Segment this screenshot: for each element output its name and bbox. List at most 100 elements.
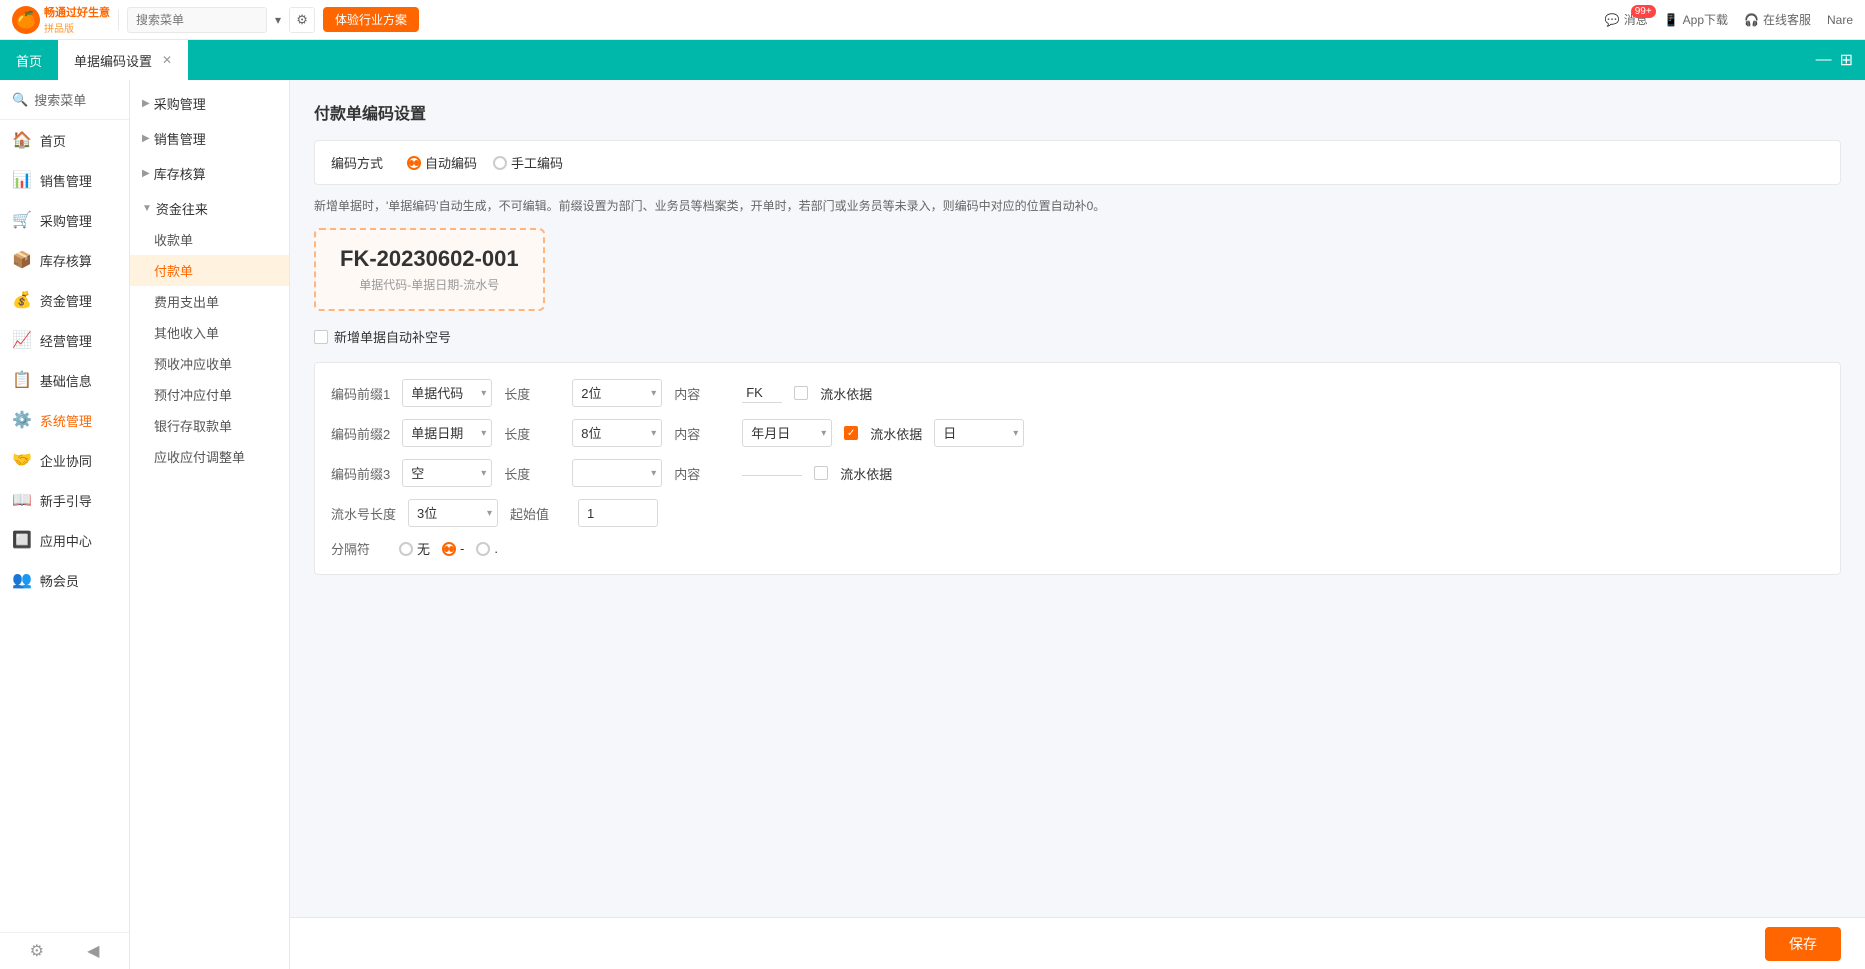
separator-none-radio[interactable]: 无 bbox=[399, 539, 430, 558]
separator-none-circle bbox=[399, 542, 413, 556]
radio-manual-encoding[interactable]: 手工编码 bbox=[493, 153, 563, 172]
prefix2-waterfall-checkbox[interactable]: ✓ bbox=[844, 426, 858, 440]
sidebar-item-inventory[interactable]: 📦 库存核算 bbox=[0, 240, 129, 280]
sub-group-sales-header[interactable]: ▶ 销售管理 bbox=[130, 123, 289, 154]
sub-item-payment[interactable]: 付款单 bbox=[130, 255, 289, 286]
sidebar-item-enterprise[interactable]: 🤝 企业协同 bbox=[0, 440, 129, 480]
content-area: 付款单编码设置 编码方式 自动编码 手工编码 新增单据时，'单据编码'自动生成，… bbox=[290, 80, 1865, 969]
system-icon: ⚙️ bbox=[12, 410, 32, 430]
sub-item-other-income[interactable]: 其他收入单 bbox=[130, 317, 289, 348]
enterprise-icon: 🤝 bbox=[12, 450, 32, 470]
appcenter-icon: 🔲 bbox=[12, 530, 32, 550]
prefix2-waterfall-label: 流水依据 bbox=[870, 424, 922, 443]
tab-bar: 首页 单据编码设置 ✕ — ⊞ bbox=[0, 40, 1865, 80]
prefix3-select[interactable]: 空 bbox=[402, 459, 492, 487]
prefix1-select-wrapper[interactable]: 单据代码 bbox=[402, 379, 492, 407]
prefix3-length-wrapper[interactable] bbox=[572, 459, 662, 487]
online-service-btn[interactable]: 🎧 在线客服 bbox=[1744, 11, 1811, 28]
auto-fill-checkbox[interactable] bbox=[314, 330, 328, 344]
messages-btn[interactable]: 💬 消息 99+ bbox=[1605, 11, 1648, 28]
sub-group-purchase-header[interactable]: ▶ 采购管理 bbox=[130, 88, 289, 119]
prefix1-content-label: 内容 bbox=[674, 384, 730, 403]
tab-encoding[interactable]: 单据编码设置 ✕ bbox=[58, 40, 188, 80]
prefix3-waterfall-checkbox[interactable] bbox=[814, 466, 828, 480]
tab-home[interactable]: 首页 bbox=[0, 40, 58, 80]
sub-group-finance-arrow: ▼ bbox=[142, 203, 152, 214]
radio-auto-circle bbox=[407, 156, 421, 170]
purchase-icon: 🛒 bbox=[12, 210, 32, 230]
prefix1-label: 编码前缀1 bbox=[331, 384, 390, 403]
prefix2-waterfall-unit-select[interactable]: 日 bbox=[934, 419, 1024, 447]
sub-group-inventory-header[interactable]: ▶ 库存核算 bbox=[130, 158, 289, 189]
sub-item-advance-receivable[interactable]: 预收冲应收单 bbox=[130, 348, 289, 379]
prefix3-length-select[interactable] bbox=[572, 459, 662, 487]
prefix1-length-wrapper[interactable]: 2位 bbox=[572, 379, 662, 407]
prefix2-waterfall-unit-wrapper[interactable]: 日 bbox=[934, 419, 1024, 447]
prefix2-content-select[interactable]: 年月日 bbox=[742, 419, 832, 447]
separator-dot-radio[interactable]: . bbox=[476, 541, 498, 556]
sidebar-item-basic[interactable]: 📋 基础信息 bbox=[0, 360, 129, 400]
prefix2-label: 编码前缀2 bbox=[331, 424, 390, 443]
app-download-btn[interactable]: 📱 App下载 bbox=[1664, 11, 1728, 28]
prefix3-waterfall-label: 流水依据 bbox=[840, 464, 892, 483]
newguide-icon: 📖 bbox=[12, 490, 32, 510]
sidebar-item-finance[interactable]: 💰 资金管理 bbox=[0, 280, 129, 320]
prefix2-length-wrapper[interactable]: 8位 bbox=[572, 419, 662, 447]
sidebar-item-appcenter[interactable]: 🔲 应用中心 bbox=[0, 520, 129, 560]
tab-maximize-icon[interactable]: ⊞ bbox=[1840, 50, 1853, 70]
tab-minimize-icon[interactable]: — bbox=[1816, 51, 1832, 69]
serial-row: 流水号长度 3位 起始值 bbox=[331, 499, 1824, 527]
tab-close-icon[interactable]: ✕ bbox=[162, 53, 172, 67]
serial-start-input[interactable] bbox=[578, 499, 658, 527]
sidebar-item-system[interactable]: ⚙️ 系统管理 bbox=[0, 400, 129, 440]
prefix2-length-label: 长度 bbox=[504, 424, 560, 443]
main-layout: 🔍 搜索菜单 🏠 首页 📊 销售管理 🛒 采购管理 📦 库存核算 💰 资金管理 … bbox=[0, 80, 1865, 969]
serial-start-label: 起始值 bbox=[510, 504, 566, 523]
serial-length-select[interactable]: 3位 bbox=[408, 499, 498, 527]
sidebar-collapse-icon[interactable]: ◀ bbox=[87, 941, 99, 961]
header-right: 💬 消息 99+ 📱 App下载 🎧 在线客服 Nare bbox=[1605, 11, 1853, 28]
radio-auto-encoding[interactable]: 自动编码 bbox=[407, 153, 477, 172]
prefix1-select[interactable]: 单据代码 bbox=[402, 379, 492, 407]
auto-fill-label: 新增单据自动补空号 bbox=[334, 327, 451, 346]
sales-icon: 📊 bbox=[12, 170, 32, 190]
menu-dropdown-btn[interactable]: ▾ bbox=[275, 13, 281, 27]
separator-label: 分隔符 bbox=[331, 539, 387, 558]
sub-group-sales: ▶ 销售管理 bbox=[130, 123, 289, 154]
sidebar: 🔍 搜索菜单 🏠 首页 📊 销售管理 🛒 采购管理 📦 库存核算 💰 资金管理 … bbox=[0, 80, 130, 969]
serial-length-wrapper[interactable]: 3位 bbox=[408, 499, 498, 527]
sub-item-advance-payable[interactable]: 预付冲应付单 bbox=[130, 379, 289, 410]
inventory-icon: 📦 bbox=[12, 250, 32, 270]
sub-item-receivable-adj[interactable]: 应收应付调整单 bbox=[130, 441, 289, 472]
separator-dash-radio[interactable]: - bbox=[442, 541, 464, 556]
prefix1-waterfall-checkbox[interactable] bbox=[794, 386, 808, 400]
sidebar-item-purchase[interactable]: 🛒 采购管理 bbox=[0, 200, 129, 240]
settings-btn[interactable]: ⚙ bbox=[289, 7, 315, 33]
sidebar-settings-icon[interactable]: ⚙ bbox=[30, 941, 44, 961]
sub-group-finance-header[interactable]: ▼ 资金往来 bbox=[130, 193, 289, 224]
prefix3-content-value bbox=[742, 471, 802, 476]
sub-item-expense[interactable]: 费用支出单 bbox=[130, 286, 289, 317]
sub-sidebar: ▶ 采购管理 ▶ 销售管理 ▶ 库存核算 ▼ 资金往来 收款单 bbox=[130, 80, 290, 969]
sidebar-item-operations[interactable]: 📈 经营管理 bbox=[0, 320, 129, 360]
save-button[interactable]: 保存 bbox=[1765, 927, 1841, 961]
prefix3-select-wrapper[interactable]: 空 bbox=[402, 459, 492, 487]
code-preview-box: FK-20230602-001 单据代码-单据日期-流水号 bbox=[314, 228, 545, 311]
prefix2-select-wrapper[interactable]: 单据日期 bbox=[402, 419, 492, 447]
sidebar-search-btn[interactable]: 🔍 搜索菜单 bbox=[0, 80, 129, 120]
sub-item-bank-deposit[interactable]: 银行存取款单 bbox=[130, 410, 289, 441]
sub-item-receipt[interactable]: 收款单 bbox=[130, 224, 289, 255]
prefix1-length-select[interactable]: 2位 bbox=[572, 379, 662, 407]
sidebar-item-member[interactable]: 👥 畅会员 bbox=[0, 560, 129, 600]
prefix2-length-select[interactable]: 8位 bbox=[572, 419, 662, 447]
separator-dash-circle bbox=[442, 542, 456, 556]
serial-length-label: 流水号长度 bbox=[331, 504, 396, 523]
prefix2-content-wrapper[interactable]: 年月日 bbox=[742, 419, 832, 447]
prefix2-select[interactable]: 单据日期 bbox=[402, 419, 492, 447]
user-avatar[interactable]: Nare bbox=[1827, 13, 1853, 27]
sidebar-item-newguide[interactable]: 📖 新手引导 bbox=[0, 480, 129, 520]
sidebar-item-sales[interactable]: 📊 销售管理 bbox=[0, 160, 129, 200]
sidebar-item-home[interactable]: 🏠 首页 bbox=[0, 120, 129, 160]
experience-btn[interactable]: 体验行业方案 bbox=[323, 7, 419, 32]
search-input[interactable] bbox=[127, 7, 267, 33]
